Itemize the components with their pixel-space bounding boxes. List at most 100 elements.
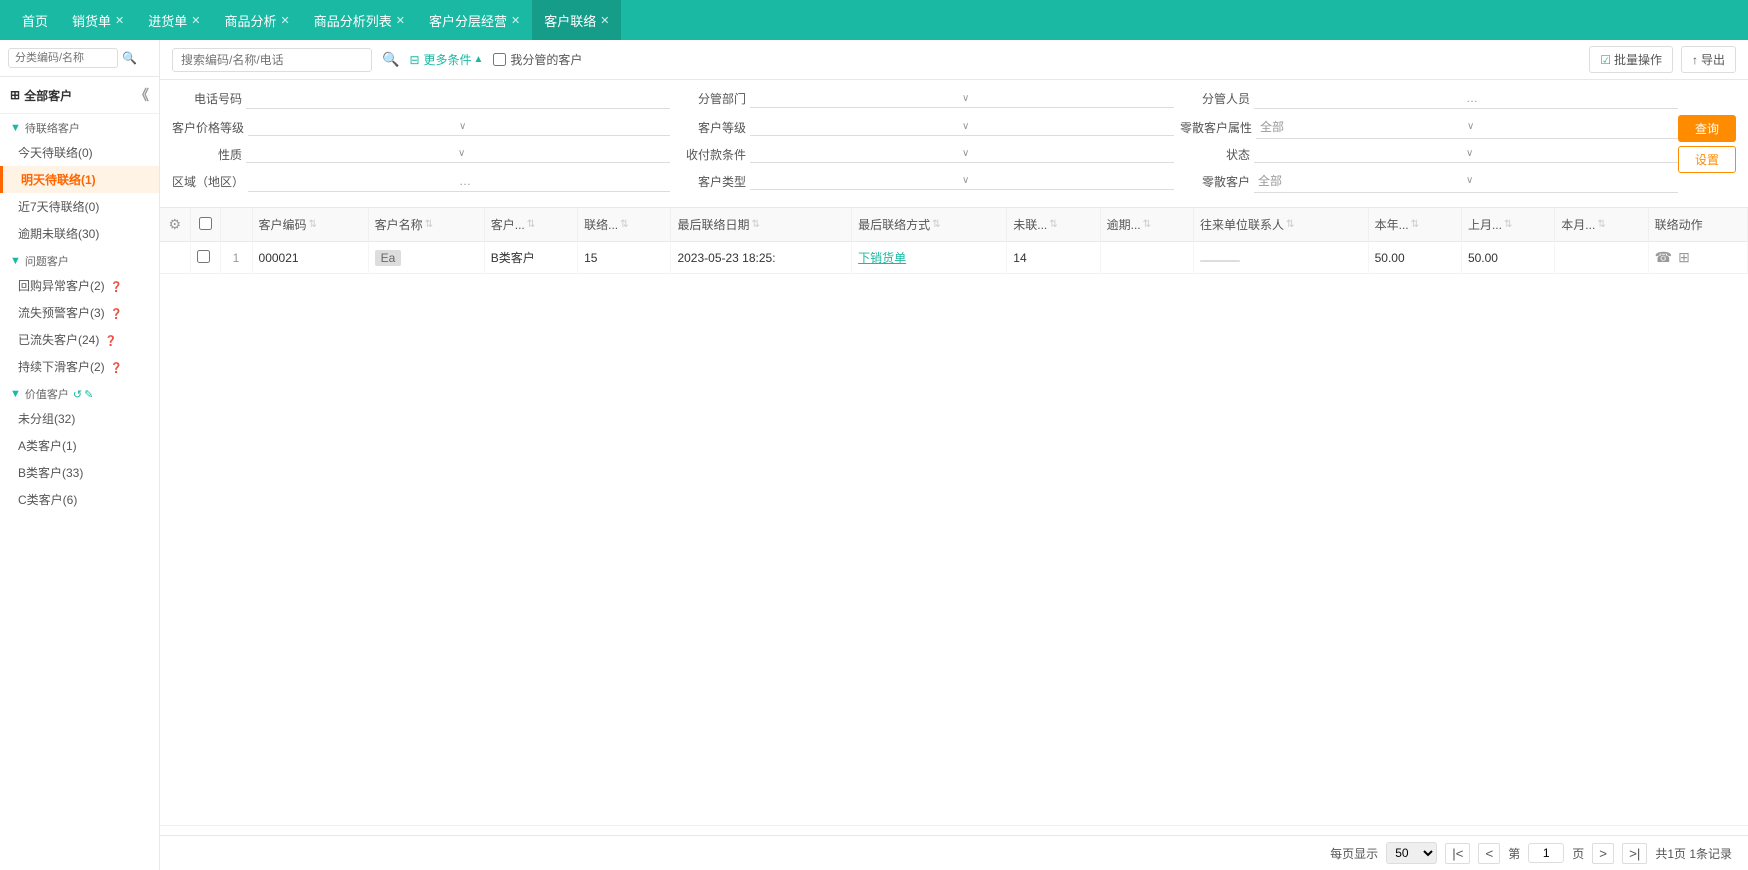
- sort-last-method-icon[interactable]: ⇅: [932, 219, 940, 230]
- filter-dept-select[interactable]: ∨: [750, 90, 1174, 108]
- horizontal-scrollbar[interactable]: [160, 825, 1748, 835]
- sort-this-year-icon[interactable]: ⇅: [1411, 219, 1419, 230]
- sidebar-item-overdue[interactable]: 逾期未联络(30): [0, 220, 159, 247]
- sort-type-icon[interactable]: ⇅: [527, 219, 535, 230]
- info-icon-1: ❓: [110, 282, 122, 293]
- filter-area-select[interactable]: …: [248, 171, 670, 192]
- filter-person-label: 分管人员: [1180, 90, 1250, 107]
- sort-last-month-icon[interactable]: ⇅: [1504, 219, 1512, 230]
- sort-name-icon[interactable]: ⇅: [425, 219, 433, 230]
- sidebar-item-c-class[interactable]: C类客户(6): [0, 486, 159, 513]
- sidebar-item-a-class[interactable]: A类客户(1): [0, 432, 159, 459]
- sidebar-item-churn-warning[interactable]: 流失预警客户(3) ❓: [0, 299, 159, 326]
- sidebar-item-ungrouped[interactable]: 未分组(32): [0, 405, 159, 432]
- edit-icon[interactable]: ✎: [84, 388, 93, 401]
- arrow-icon-3: ▼: [10, 388, 21, 400]
- table-container: ⚙ 客户编码 ⇅: [160, 208, 1748, 825]
- col-uncontact: 未联... ⇅: [1007, 208, 1100, 242]
- filter-nature-select[interactable]: ∨: [246, 145, 670, 163]
- sidebar-item-churned[interactable]: 已流失客户(24) ❓: [0, 326, 159, 353]
- sidebar-item-7days[interactable]: 近7天待联络(0): [0, 193, 159, 220]
- table-gear-icon[interactable]: ⚙: [168, 216, 181, 232]
- per-page-select[interactable]: 50 100 200: [1386, 842, 1437, 864]
- sort-this-month-icon[interactable]: ⇅: [1597, 219, 1605, 230]
- sidebar-item-declining[interactable]: 持续下滑客户(2) ❓: [0, 353, 159, 380]
- page-number-input[interactable]: [1528, 843, 1564, 863]
- sort-uncontact-icon[interactable]: ⇅: [1049, 219, 1057, 230]
- filter-customer-level-select[interactable]: ∨: [750, 118, 1174, 136]
- last-method-link[interactable]: 下销货单: [858, 251, 906, 265]
- sidebar-search-area: 🔍: [0, 40, 159, 77]
- call-action-icon[interactable]: ☎: [1655, 249, 1672, 266]
- nav-purchase-order[interactable]: 进货单 ✕: [136, 0, 212, 40]
- row-contact-cell: 15: [578, 242, 671, 274]
- sort-overdue-icon[interactable]: ⇅: [1143, 219, 1151, 230]
- col-last-method: 最后联络方式 ⇅: [852, 208, 1007, 242]
- nav-customer-stratification[interactable]: 客户分层经营 ✕: [417, 0, 532, 40]
- sort-contact-icon[interactable]: ⇅: [620, 219, 628, 230]
- sort-last-date-icon[interactable]: ⇅: [751, 219, 759, 230]
- filter-customer-type-select[interactable]: ∨: [750, 172, 1174, 190]
- sort-contacts-icon[interactable]: ⇅: [1286, 219, 1294, 230]
- close-customer-contact-icon[interactable]: ✕: [600, 14, 609, 27]
- filter-more-conditions-btn[interactable]: ⊟ 更多条件 ▲: [409, 51, 483, 68]
- nav-product-analysis-list[interactable]: 商品分析列表 ✕: [302, 0, 417, 40]
- more-icon-person[interactable]: …: [1464, 91, 1674, 105]
- filter-phone-label: 电话号码: [172, 90, 242, 107]
- my-customers-checkbox[interactable]: [493, 53, 506, 66]
- filter-search-input[interactable]: [172, 48, 372, 72]
- nav-customer-contact[interactable]: 客户联络 ✕: [532, 0, 621, 40]
- filter-retail-attr-select[interactable]: 全部 ∨: [1256, 115, 1678, 139]
- close-customer-stratification-icon[interactable]: ✕: [511, 14, 520, 27]
- more-icon-area[interactable]: …: [457, 174, 666, 188]
- filter-customer-level-label: 客户等级: [676, 119, 746, 136]
- sidebar-search-icon[interactable]: 🔍: [122, 51, 137, 65]
- set-button[interactable]: 设置: [1678, 146, 1736, 173]
- next-page-button[interactable]: >: [1592, 843, 1614, 864]
- filter-price-level-field: 客户价格等级 ∨: [172, 115, 670, 139]
- filter-payment-select[interactable]: ∨: [750, 145, 1174, 163]
- caret-retail-icon: ∨: [1466, 175, 1674, 186]
- sidebar-item-tomorrow[interactable]: 明天待联络(1): [0, 166, 159, 193]
- export-button[interactable]: ↑ 导出: [1681, 46, 1736, 73]
- filter-retail-select[interactable]: 全部 ∨: [1254, 169, 1678, 193]
- sidebar-item-today[interactable]: 今天待联络(0): [0, 139, 159, 166]
- filter-search-icon[interactable]: 🔍: [382, 51, 399, 68]
- query-button[interactable]: 查询: [1678, 115, 1736, 142]
- filter-price-level-label: 客户价格等级: [172, 119, 244, 136]
- page-label: 第: [1508, 845, 1520, 862]
- row-checkbox[interactable]: [197, 250, 210, 263]
- col-name: 客户名称 ⇅: [368, 208, 484, 242]
- sidebar-item-repurchase-abnormal[interactable]: 回购异常客户(2) ❓: [0, 272, 159, 299]
- batch-action-button[interactable]: ☑ 批量操作: [1589, 46, 1673, 73]
- caret-dept-icon: ∨: [962, 93, 1170, 104]
- nav-sales-order[interactable]: 销货单 ✕: [60, 0, 136, 40]
- prev-page-button[interactable]: <: [1478, 843, 1500, 864]
- filter-status-select[interactable]: ∨: [1254, 145, 1678, 163]
- filter-retail-label: 零散客户: [1180, 173, 1250, 190]
- refresh-icon[interactable]: ↺: [73, 388, 82, 401]
- sidebar-all-customers[interactable]: ⊞ 全部客户 《: [0, 77, 159, 114]
- filter-price-level-select[interactable]: ∨: [248, 118, 670, 136]
- filter-phone-input[interactable]: [246, 88, 670, 109]
- per-page-label: 每页显示: [1330, 845, 1378, 862]
- nav-product-analysis[interactable]: 商品分析 ✕: [212, 0, 301, 40]
- close-product-analysis-icon[interactable]: ✕: [281, 14, 290, 27]
- close-sales-order-icon[interactable]: ✕: [115, 14, 124, 27]
- action-icons: ☎ ⊞: [1655, 249, 1741, 266]
- my-customers-checkbox-label[interactable]: 我分管的客户: [493, 51, 582, 68]
- sidebar-item-b-class[interactable]: B类客户(33): [0, 459, 159, 486]
- caret-nature-icon: ∨: [458, 148, 666, 159]
- more-action-icon[interactable]: ⊞: [1678, 249, 1690, 266]
- last-page-button[interactable]: >|: [1622, 843, 1647, 864]
- sidebar-search-input[interactable]: [8, 48, 118, 68]
- close-purchase-order-icon[interactable]: ✕: [191, 14, 200, 27]
- select-all-checkbox[interactable]: [199, 217, 212, 230]
- arrow-icon-2: ▼: [10, 255, 21, 267]
- filter-person-select[interactable]: …: [1254, 88, 1678, 109]
- first-page-button[interactable]: |<: [1445, 843, 1470, 864]
- sort-code-icon[interactable]: ⇅: [309, 219, 317, 230]
- nav-home[interactable]: 首页: [10, 0, 60, 40]
- close-product-analysis-list-icon[interactable]: ✕: [396, 14, 405, 27]
- col-settings: ⚙: [160, 208, 190, 242]
